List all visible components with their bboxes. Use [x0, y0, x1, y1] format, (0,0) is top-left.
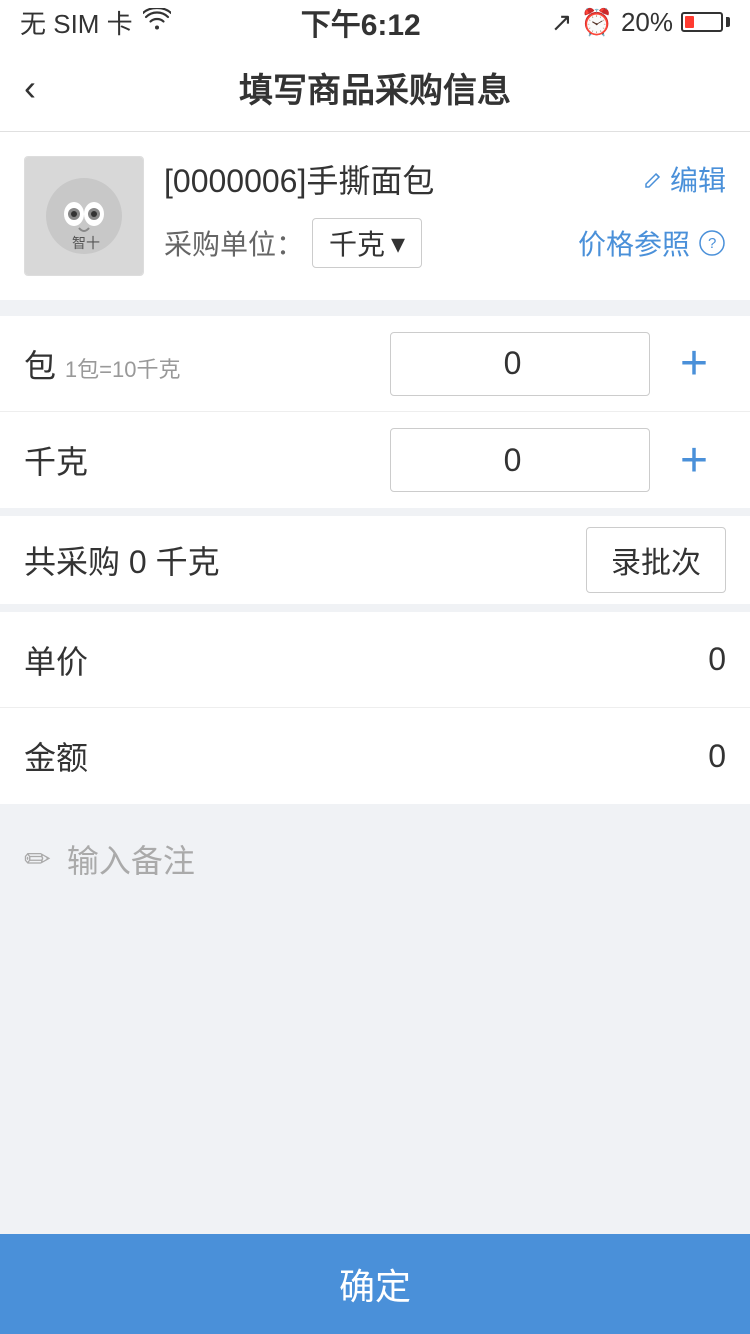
unit-price-value: 0	[708, 641, 726, 678]
kg-input-wrapper: +	[224, 428, 726, 492]
battery-icon	[681, 12, 730, 32]
kg-row: 千克 +	[0, 412, 750, 508]
status-bar: 无 SIM 卡 下午6:12 ↗ ⏰ 20%	[0, 0, 750, 44]
summary-row: 共采购 0 千克 录批次	[0, 516, 750, 612]
input-section: 包 1包=10千克 + 千克 +	[0, 316, 750, 516]
unit-label: 采购单位： 千克 ▾	[164, 218, 422, 268]
price-ref-button[interactable]: 价格参照 ?	[578, 223, 726, 263]
amount-value: 0	[708, 738, 726, 775]
kg-input[interactable]	[390, 428, 650, 492]
bao-input[interactable]	[390, 332, 650, 396]
nav-bar: ‹ 填写商品采购信息	[0, 44, 750, 132]
status-left: 无 SIM 卡	[20, 4, 171, 41]
svg-text:?: ?	[708, 235, 716, 252]
product-name: [0000006]手撕面包	[164, 156, 434, 202]
unit-select-dropdown[interactable]: 千克 ▾	[312, 218, 422, 268]
status-right: ↗ ⏰ 20%	[551, 7, 730, 38]
page-title: 填写商品采购信息	[239, 63, 511, 112]
pricing-section: 单价 0 金额 0	[0, 612, 750, 812]
summary-text: 共采购 0 千克	[24, 537, 220, 583]
location-icon: ↗	[551, 7, 573, 38]
product-top-row: [0000006]手撕面包 编辑	[164, 156, 726, 202]
alarm-icon: ⏰	[581, 7, 613, 38]
svg-text:智十: 智十	[72, 235, 100, 251]
product-unit-row: 采购单位： 千克 ▾ 价格参照 ?	[164, 218, 726, 268]
time-label: 下午6:12	[301, 0, 421, 44]
edit-button[interactable]: 编辑	[642, 159, 726, 199]
product-image: 智十	[24, 156, 144, 276]
divider-1	[0, 308, 750, 316]
bao-label: 包 1包=10千克	[24, 341, 224, 387]
bao-row: 包 1包=10千克 +	[0, 316, 750, 412]
unit-price-row: 单价 0	[0, 612, 750, 708]
product-image-placeholder: 智十	[25, 157, 143, 275]
remark-icon: ✏	[24, 840, 51, 878]
battery-percent: 20%	[621, 7, 673, 38]
remark-section[interactable]: ✏ 输入备注	[0, 812, 750, 932]
summary-amount: 0	[129, 544, 147, 580]
kg-label: 千克	[24, 437, 224, 483]
back-button[interactable]: ‹	[24, 67, 36, 109]
amount-label: 金额	[24, 733, 88, 779]
remark-placeholder: 输入备注	[67, 836, 195, 882]
wifi-icon	[143, 8, 171, 37]
bottom-spacer	[0, 932, 750, 1132]
record-batch-button[interactable]: 录批次	[586, 527, 726, 593]
bao-input-wrapper: +	[224, 332, 726, 396]
bao-plus-button[interactable]: +	[662, 332, 726, 396]
product-info: [0000006]手撕面包 编辑 采购单位： 千克 ▾ 价格参照	[164, 156, 726, 268]
sim-label: 无 SIM 卡	[20, 4, 133, 41]
product-card: 智十 [0000006]手撕面包 编辑 采购单位： 千克 ▾	[0, 132, 750, 308]
unit-price-label: 单价	[24, 637, 88, 683]
amount-row: 金额 0	[0, 708, 750, 804]
kg-plus-button[interactable]: +	[662, 428, 726, 492]
confirm-button[interactable]: 确定	[0, 1234, 750, 1334]
